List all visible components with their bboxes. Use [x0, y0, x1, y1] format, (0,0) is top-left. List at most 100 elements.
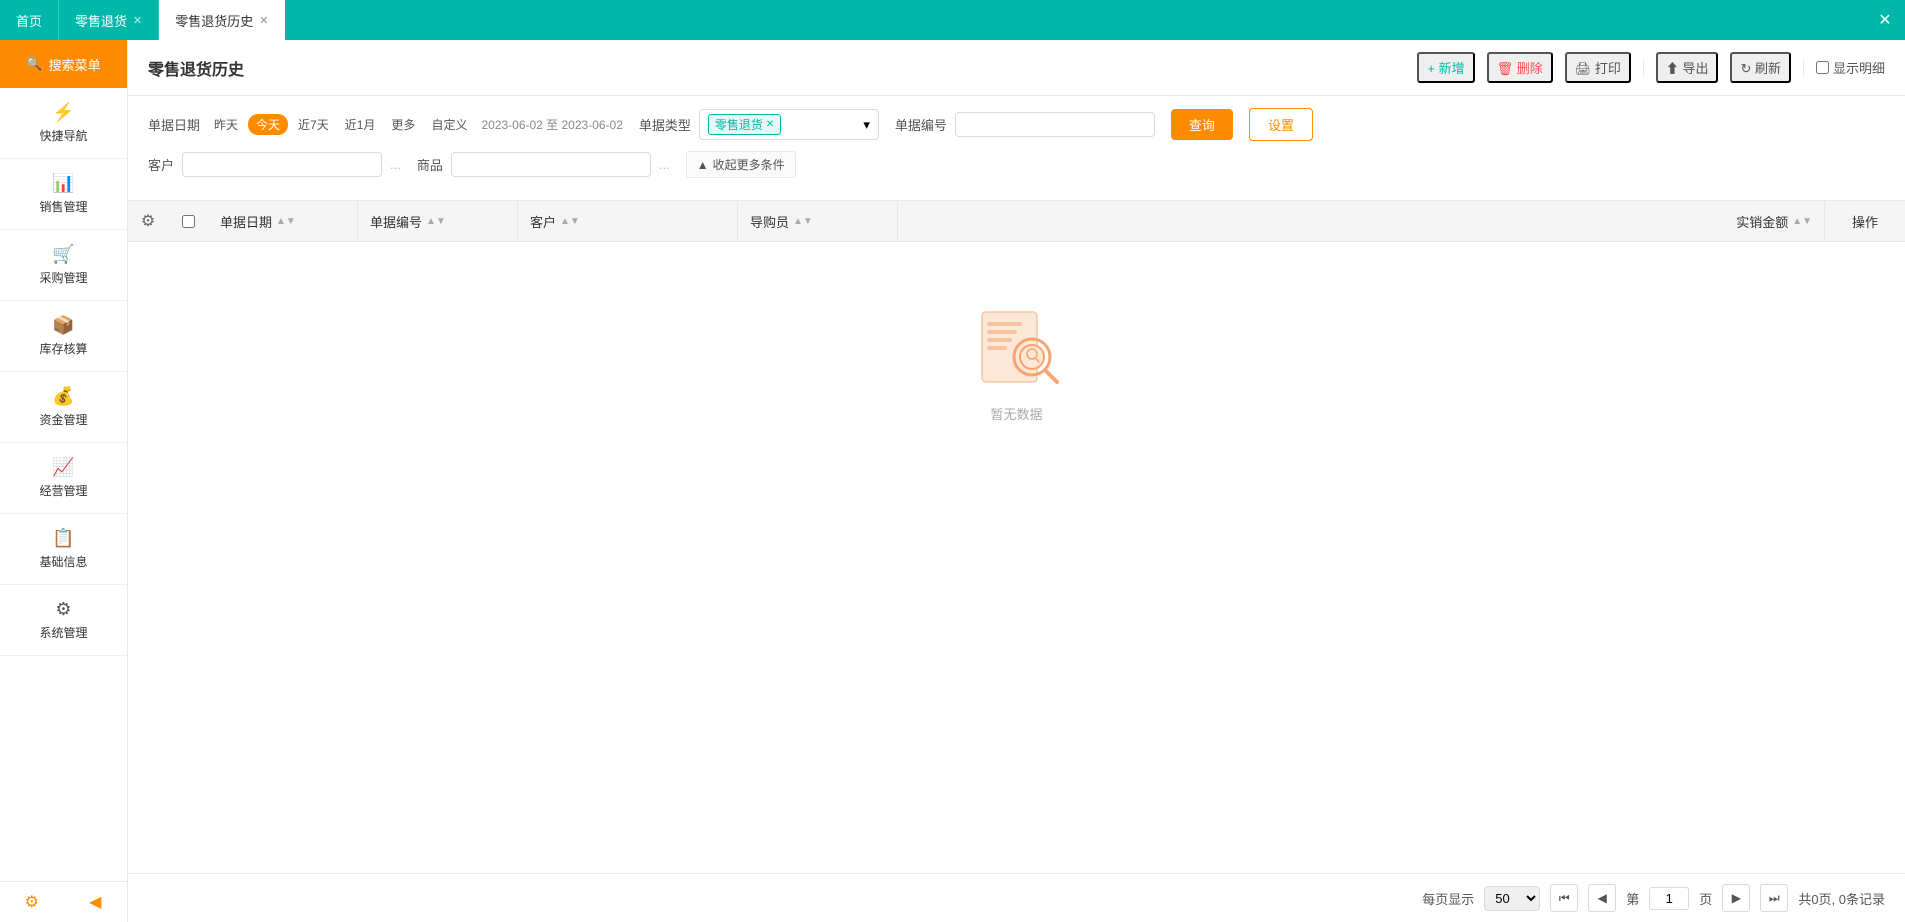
table-container: ⚙ 单据日期 ▲▼ 单据编号 ▲▼ 客户 ▲▼: [128, 201, 1905, 873]
next-page-button[interactable]: ▶: [1722, 884, 1750, 912]
collapse-label: 收起更多条件: [713, 156, 785, 173]
date-opt-custom[interactable]: 自定义: [425, 114, 473, 135]
doctype-filter-group: 单据类型 零售退货 ✕ ▾: [639, 109, 879, 140]
sidebar-item-basic-info[interactable]: 📋 基础信息: [0, 514, 127, 585]
date-range-display: 2023-06-02 至 2023-06-02: [481, 116, 622, 133]
sidebar-item-purchase-label: 采购管理: [39, 269, 87, 286]
page-label: 第: [1626, 889, 1639, 908]
sidebar-item-system-label: 系统管理: [39, 624, 87, 641]
sidebar-item-sales[interactable]: 📊 销售管理: [0, 159, 127, 230]
page-number-input[interactable]: [1649, 887, 1689, 910]
doctype-tag: 零售退货 ✕: [708, 114, 781, 135]
prev-page-button[interactable]: ◀: [1588, 884, 1616, 912]
quick-nav-icon: ⚡: [52, 102, 74, 123]
customer-input[interactable]: [182, 152, 382, 177]
date-opt-1month[interactable]: 近1月: [339, 114, 382, 135]
total-info: 共0页, 0条记录: [1798, 889, 1885, 908]
doctype-remove-btn[interactable]: ✕: [766, 119, 774, 130]
header-actions: + 新增 🗑 删除 🖨 打印 ⬆ 导出 ↻ 刷新 显示明细: [1417, 52, 1885, 83]
th-customer-sort-icon[interactable]: ▲▼: [560, 216, 580, 227]
tab-retail-return-history-close[interactable]: ✕: [259, 14, 268, 27]
settings-button[interactable]: 设置: [1249, 108, 1313, 141]
th-action: 操作: [1825, 201, 1905, 241]
purchase-icon: 🛒: [52, 244, 74, 265]
show-detail-checkbox[interactable]: [1816, 61, 1829, 74]
th-date-sort-icon[interactable]: ▲▼: [276, 216, 296, 227]
th-customer-label: 客户: [530, 212, 556, 231]
new-button[interactable]: + 新增: [1417, 52, 1474, 83]
th-docno: 单据编号 ▲▼: [358, 201, 518, 241]
th-action-label: 操作: [1852, 212, 1878, 231]
doctype-tag-value: 零售退货: [715, 116, 763, 133]
sales-icon: 📊: [52, 173, 74, 194]
empty-text: 暂无数据: [990, 404, 1042, 423]
sidebar-item-system[interactable]: ⚙ 系统管理: [0, 585, 127, 656]
tab-retail-return-history[interactable]: 零售退货历史 ✕: [159, 0, 285, 40]
tab-home[interactable]: 首页: [0, 0, 59, 40]
date-filter-group: 单据日期 昨天 今天 近7天 近1月 更多 自定义 2023-06-02 至 2…: [148, 114, 623, 135]
sidebar-collapse-button[interactable]: ◀: [64, 882, 128, 922]
page-header: 零售退货历史 + 新增 🗑 删除 🖨 打印 ⬆ 导出 ↻ 刷新 显示明细: [128, 40, 1905, 96]
goods-dots[interactable]: ...: [659, 157, 670, 172]
tab-retail-return[interactable]: 零售退货 ✕: [59, 0, 159, 40]
docno-input[interactable]: [955, 112, 1155, 137]
tab-list: 首页 零售退货 ✕ 零售退货历史 ✕: [0, 0, 1865, 40]
sidebar-item-finance[interactable]: 💰 资金管理: [0, 372, 127, 443]
th-docno-label: 单据编号: [370, 212, 422, 231]
collapse-button[interactable]: ▲ 收起更多条件: [686, 151, 796, 178]
window-close-button[interactable]: ✕: [1865, 0, 1905, 40]
filter-row-2: 客户 ... 商品 ... ▲ 收起更多条件: [148, 151, 1885, 178]
goods-filter-group: 商品 ...: [417, 152, 670, 177]
date-opt-today[interactable]: 今天: [248, 114, 288, 135]
first-page-button[interactable]: ⏮: [1550, 884, 1578, 912]
divider-2: [1803, 60, 1804, 76]
sidebar: 🔍 搜索菜单 ⚡ 快捷导航 📊 销售管理 🛒 采购管理 📦 库存核算 💰 资金管…: [0, 40, 128, 922]
th-checkbox[interactable]: [168, 215, 208, 228]
sidebar-settings-button[interactable]: ⚙: [0, 882, 64, 922]
sidebar-item-finance-label: 资金管理: [39, 411, 87, 428]
sidebar-bottom: ⚙ ◀: [0, 881, 127, 922]
sidebar-item-sales-label: 销售管理: [39, 198, 87, 215]
th-guide-label: 导购员: [750, 212, 789, 231]
sidebar-item-quick-nav-label: 快捷导航: [39, 127, 87, 144]
export-button[interactable]: ⬆ 导出: [1656, 52, 1719, 83]
date-opt-yesterday[interactable]: 昨天: [208, 114, 244, 135]
search-icon: 🔍: [26, 56, 42, 72]
date-opt-more[interactable]: 更多: [385, 114, 421, 135]
page-title: 零售退货历史: [148, 56, 244, 80]
doctype-select[interactable]: 零售退货 ✕ ▾: [699, 109, 879, 140]
th-date: 单据日期 ▲▼: [208, 201, 358, 241]
tab-retail-return-history-label: 零售退货历史: [175, 11, 253, 30]
sidebar-item-basic-info-label: 基础信息: [39, 553, 87, 570]
docno-filter-group: 单据编号: [895, 112, 1155, 137]
doctype-chevron-icon: ▾: [863, 117, 870, 133]
date-opt-7days[interactable]: 近7天: [292, 114, 335, 135]
sidebar-search[interactable]: 🔍 搜索菜单: [0, 40, 127, 88]
th-guide-sort-icon[interactable]: ▲▼: [793, 216, 813, 227]
print-button[interactable]: 🖨 打印: [1565, 52, 1631, 83]
last-page-button[interactable]: ⏭: [1760, 884, 1788, 912]
select-all-checkbox[interactable]: [182, 215, 195, 228]
delete-button[interactable]: 🗑 删除: [1487, 52, 1553, 83]
query-button[interactable]: 查询: [1171, 109, 1233, 140]
sidebar-item-management[interactable]: 📈 经营管理: [0, 443, 127, 514]
page-size-select[interactable]: 20 50 100: [1484, 886, 1540, 911]
customer-dots[interactable]: ...: [390, 157, 401, 172]
table-header: ⚙ 单据日期 ▲▼ 单据编号 ▲▼ 客户 ▲▼: [128, 201, 1905, 242]
refresh-button[interactable]: ↻ 刷新: [1730, 52, 1791, 83]
sidebar-item-inventory[interactable]: 📦 库存核算: [0, 301, 127, 372]
th-docno-sort-icon[interactable]: ▲▼: [426, 216, 446, 227]
content-body: ⚙ 单据日期 ▲▼ 单据编号 ▲▼ 客户 ▲▼: [128, 201, 1905, 922]
inventory-icon: 📦: [52, 315, 74, 336]
goods-input[interactable]: [451, 152, 651, 177]
date-options: 昨天 今天 近7天 近1月 更多 自定义: [208, 114, 473, 135]
page-size-label: 每页显示: [1422, 889, 1474, 908]
show-detail-label[interactable]: 显示明细: [1816, 58, 1885, 77]
sidebar-item-purchase[interactable]: 🛒 采购管理: [0, 230, 127, 301]
th-amount-sort-icon[interactable]: ▲▼: [1792, 216, 1812, 227]
th-settings[interactable]: ⚙: [128, 211, 168, 231]
empty-state: 暂无数据: [128, 242, 1905, 483]
tab-retail-return-close[interactable]: ✕: [133, 14, 142, 27]
docno-label: 单据编号: [895, 115, 947, 134]
sidebar-item-quick-nav[interactable]: ⚡ 快捷导航: [0, 88, 127, 159]
